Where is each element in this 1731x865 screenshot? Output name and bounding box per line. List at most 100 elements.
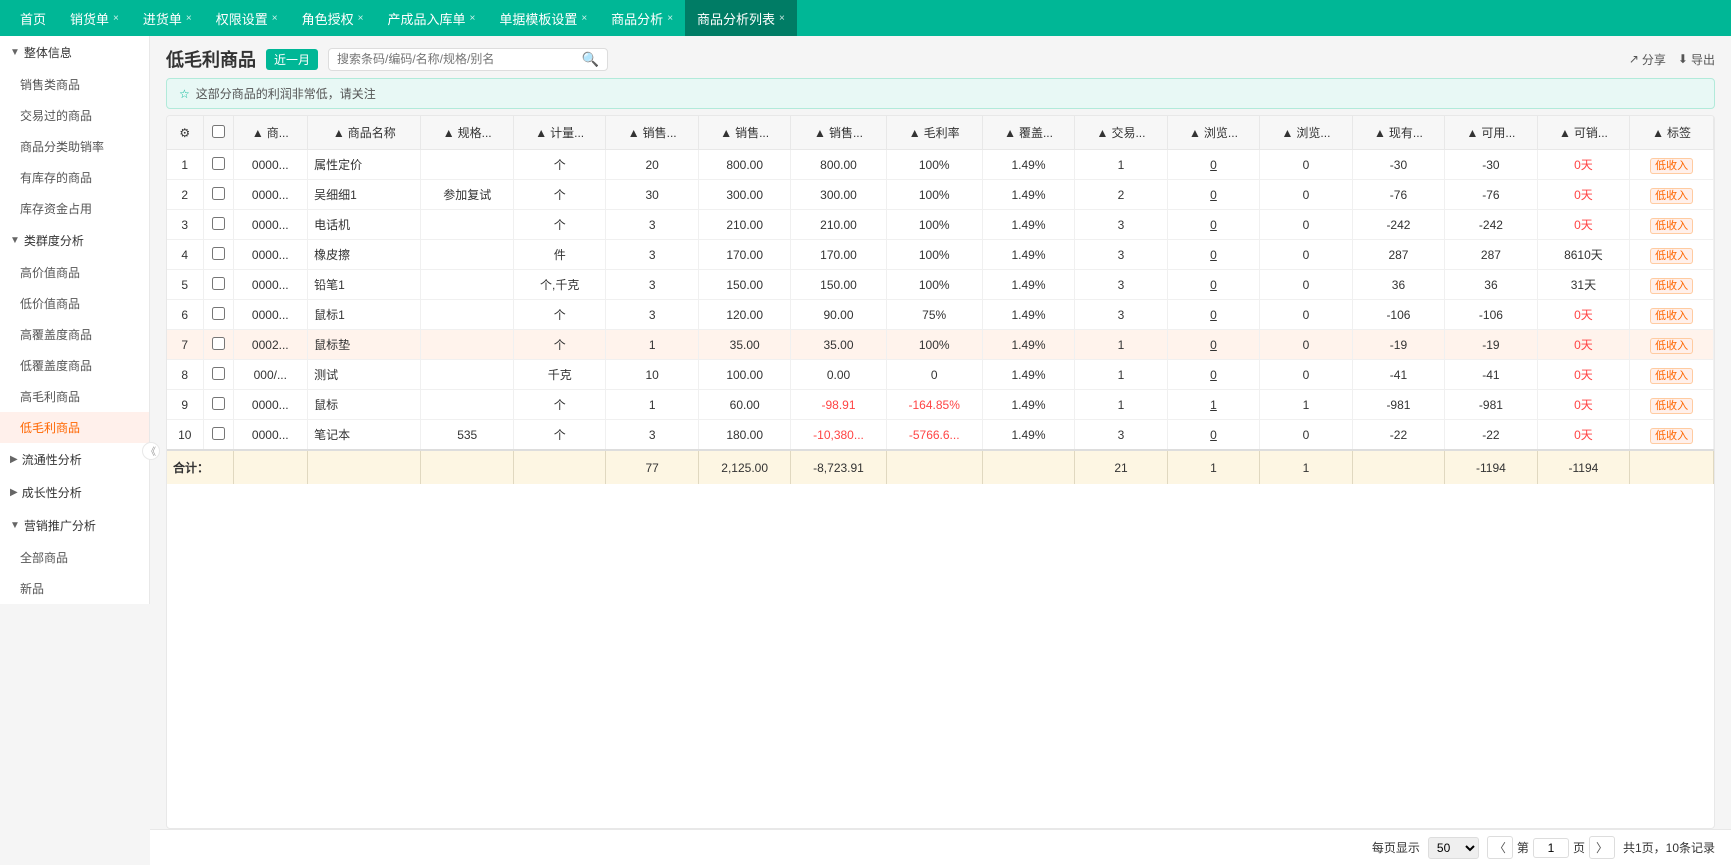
nav-analysis-list-close[interactable]: × [779, 13, 785, 24]
row-select-checkbox[interactable] [212, 157, 225, 170]
per-page-select[interactable]: 50 10 20 100 [1428, 837, 1479, 859]
col-sales-qty[interactable]: ▲销售... [606, 116, 698, 150]
sidebar-group-growth[interactable]: ▶ 成长性分析 [0, 476, 149, 509]
export-button[interactable]: ⬇ 导出 [1678, 51, 1715, 68]
row-checkbox[interactable] [203, 180, 233, 210]
row-browse1[interactable]: 0 [1167, 210, 1259, 240]
row-select-checkbox[interactable] [212, 307, 225, 320]
sidebar-item-low-margin[interactable]: 低毛利商品 [0, 412, 149, 443]
col-browse2[interactable]: ▲浏览... [1260, 116, 1352, 150]
row-select-checkbox[interactable] [212, 247, 225, 260]
settings-icon[interactable]: ⚙ [179, 126, 190, 140]
col-trans[interactable]: ▲交易... [1075, 116, 1167, 150]
row-checkbox[interactable] [203, 150, 233, 180]
sidebar-item-stocked-products[interactable]: 有库存的商品 [0, 162, 149, 193]
nav-role-close[interactable]: × [358, 13, 364, 24]
row-checkbox[interactable] [203, 330, 233, 360]
nav-product-analysis-list[interactable]: 商品分析列表 × [685, 0, 797, 36]
nav-product-close[interactable]: × [469, 13, 475, 24]
row-browse1[interactable]: 0 [1167, 150, 1259, 180]
row-select-checkbox[interactable] [212, 217, 225, 230]
row-browse1[interactable]: 1 [1167, 390, 1259, 420]
row-checkbox[interactable] [203, 300, 233, 330]
col-gross-rate[interactable]: ▲毛利率 [886, 116, 982, 150]
nav-role[interactable]: 角色授权 × [290, 0, 376, 36]
nav-purchase-close[interactable]: × [186, 13, 192, 24]
col-settings[interactable]: ⚙ [167, 116, 203, 150]
row-sales-price: 210.00 [698, 210, 790, 240]
nav-home[interactable]: 首页 [8, 0, 58, 36]
row-browse1[interactable]: 0 [1167, 180, 1259, 210]
row-unit: 个,千克 [513, 270, 605, 300]
row-checkbox[interactable] [203, 420, 233, 451]
col-sellable[interactable]: ▲可销... [1537, 116, 1629, 150]
row-browse1[interactable]: 0 [1167, 240, 1259, 270]
table-container[interactable]: ⚙ ▲商... ▲商品名称 ▲规格... ▲计量... ▲销售... ▲销售..… [166, 115, 1715, 829]
nav-sales-close[interactable]: × [113, 13, 119, 24]
share-button[interactable]: ↗ 分享 [1629, 51, 1666, 68]
nav-analysis-close[interactable]: × [667, 13, 673, 24]
nav-purchase[interactable]: 进货单 × [131, 0, 204, 36]
col-name[interactable]: ▲商品名称 [308, 116, 421, 150]
search-input[interactable] [337, 52, 582, 66]
row-browse1[interactable]: 0 [1167, 330, 1259, 360]
row-select-checkbox[interactable] [212, 187, 225, 200]
nav-product-in[interactable]: 产成品入库单 × [375, 0, 487, 36]
col-cover-rate[interactable]: ▲覆盖... [982, 116, 1074, 150]
sidebar-item-new-products[interactable]: 新品 [0, 573, 149, 604]
sidebar-item-traded-products[interactable]: 交易过的商品 [0, 100, 149, 131]
nav-template[interactable]: 单据模板设置 × [487, 0, 599, 36]
row-select-checkbox[interactable] [212, 427, 225, 440]
row-select-checkbox[interactable] [212, 277, 225, 290]
sidebar-group-liquidity[interactable]: ▶ 流通性分析 [0, 443, 149, 476]
col-browse1[interactable]: ▲浏览... [1167, 116, 1259, 150]
col-code[interactable]: ▲商... [233, 116, 308, 150]
nav-sales[interactable]: 销货单 × [58, 0, 131, 36]
page-number-input[interactable] [1533, 838, 1569, 858]
row-trans: 3 [1075, 240, 1167, 270]
nav-product-analysis[interactable]: 商品分析 × [599, 0, 685, 36]
row-code: 0000... [233, 150, 308, 180]
row-browse1[interactable]: 0 [1167, 360, 1259, 390]
row-checkbox[interactable] [203, 270, 233, 300]
next-page-btn[interactable]: 〉 [1589, 836, 1615, 859]
row-browse1[interactable]: 0 [1167, 420, 1259, 451]
col-sales-amount[interactable]: ▲销售... [791, 116, 886, 150]
sidebar-group-overview[interactable]: ▼ 整体信息 [0, 36, 149, 69]
row-browse1[interactable]: 0 [1167, 300, 1259, 330]
nav-permission-close[interactable]: × [272, 13, 278, 24]
sidebar-item-low-coverage[interactable]: 低覆盖度商品 [0, 350, 149, 381]
select-all-checkbox[interactable] [212, 125, 225, 138]
row-checkbox[interactable] [203, 210, 233, 240]
sidebar-collapse-btn[interactable]: 《 [142, 442, 160, 460]
row-checkbox[interactable] [203, 240, 233, 270]
search-icon[interactable]: 🔍 [582, 51, 599, 68]
row-checkbox[interactable] [203, 390, 233, 420]
row-select-checkbox[interactable] [212, 337, 225, 350]
col-current[interactable]: ▲现有... [1352, 116, 1444, 150]
col-tag[interactable]: ▲标签 [1630, 116, 1714, 150]
row-select-checkbox[interactable] [212, 367, 225, 380]
col-sales-price[interactable]: ▲销售... [698, 116, 790, 150]
sidebar-item-category-rate[interactable]: 商品分类助销率 [0, 131, 149, 162]
sidebar-item-high-margin[interactable]: 高毛利商品 [0, 381, 149, 412]
row-select-checkbox[interactable] [212, 397, 225, 410]
col-spec[interactable]: ▲规格... [421, 116, 513, 150]
col-unit[interactable]: ▲计量... [513, 116, 605, 150]
sidebar-item-stock-capital[interactable]: 库存资金占用 [0, 193, 149, 224]
col-available[interactable]: ▲可用... [1445, 116, 1537, 150]
sidebar-group-cluster[interactable]: ▼ 类群度分析 [0, 224, 149, 257]
sidebar-group-marketing[interactable]: ▼ 营销推广分析 [0, 509, 149, 542]
sidebar-item-high-coverage[interactable]: 高覆盖度商品 [0, 319, 149, 350]
sidebar-item-sales-products[interactable]: 销售类商品 [0, 69, 149, 100]
nav-template-close[interactable]: × [581, 13, 587, 24]
sidebar-item-high-value[interactable]: 高价值商品 [0, 257, 149, 288]
time-tag-button[interactable]: 近一月 [266, 49, 318, 70]
nav-permission[interactable]: 权限设置 × [204, 0, 290, 36]
sidebar-item-low-value[interactable]: 低价值商品 [0, 288, 149, 319]
row-checkbox[interactable] [203, 360, 233, 390]
table-row: 2 0000... 吴细细1 参加复试 个 30 300.00 300.00 1… [167, 180, 1714, 210]
sidebar-item-all-products[interactable]: 全部商品 [0, 542, 149, 573]
prev-page-btn[interactable]: 〈 [1487, 836, 1513, 859]
row-browse1[interactable]: 0 [1167, 270, 1259, 300]
